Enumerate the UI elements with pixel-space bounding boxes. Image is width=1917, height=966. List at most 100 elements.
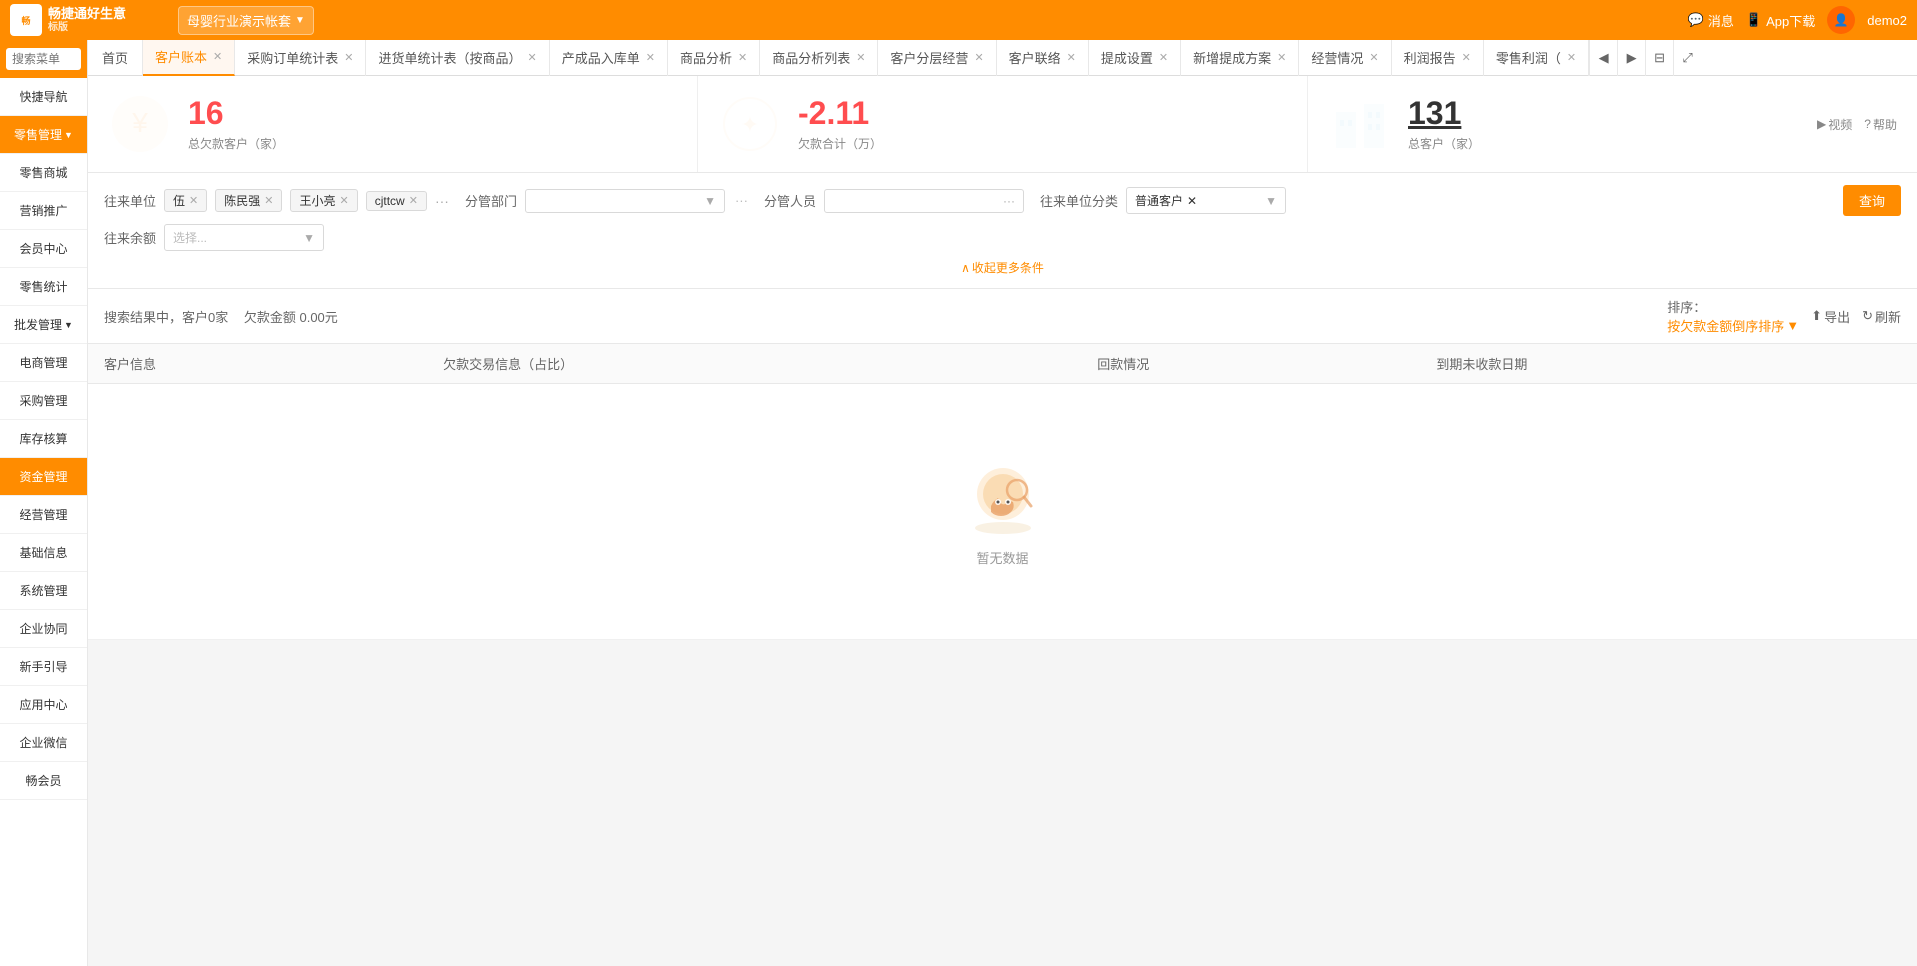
chevron-down-icon-2: ▼ [64,320,73,330]
help-link[interactable]: ? 帮助 [1864,116,1897,133]
manager-dropdown-icon: ··· [1003,194,1015,208]
stat-num-debt: -2.11 [798,96,882,131]
unit-class-filter-select[interactable]: 普通客户 ✕ ▼ [1126,187,1286,214]
customers-icon: ¥ [108,92,172,156]
dept-more-btn[interactable]: ··· [735,193,748,208]
tab-customer-accounts[interactable]: 客户账本 ✕ [143,40,235,76]
close-tab-customer-accounts[interactable]: ✕ [213,50,222,63]
tab-product-analysis-list[interactable]: 商品分析列表 ✕ [760,40,878,76]
tab-next-button[interactable]: ▶ [1617,40,1645,76]
tab-expand-button[interactable]: ⤢ [1673,40,1701,76]
sidebar-item-enterprise-coop[interactable]: 企业协同 [0,610,87,648]
close-tab-profit-report[interactable]: ✕ [1462,51,1471,64]
app-download-button[interactable]: 📱 App下载 [1746,11,1815,30]
sidebar-item-member-center[interactable]: 会员中心 [0,230,87,268]
sidebar-item-app-center[interactable]: 应用中心 [0,686,87,724]
close-tab-customer-contact[interactable]: ✕ [1067,51,1076,64]
col-header-debt-info: 欠款交易信息（占比） [427,344,1081,384]
video-link[interactable]: ▶ 视频 [1817,116,1852,133]
filter-area: 往来单位 伍 ✕ 陈民强 ✕ 王小亮 ✕ [88,173,1917,289]
result-text: 搜索结果中，客户0家 [104,310,228,325]
sidebar-item-purchase[interactable]: 采购管理 [0,382,87,420]
sidebar-item-wholesale-mgmt[interactable]: 批发管理 ▼ [0,306,87,344]
tab-menu-button[interactable]: ⊟ [1645,40,1673,76]
top-bar: 畅 畅捷通好生意 标版 母婴行业演示帐套 ▼ 💬 消息 📱 App下载 👤 de [0,0,1917,40]
tab-customer-segmentation[interactable]: 客户分层经营 ✕ [878,40,996,76]
close-tab-retail-profit[interactable]: ✕ [1567,51,1576,64]
stats-row: ¥ 16 总欠款客户（家） ✦ [88,76,1917,173]
dept-filter-select[interactable]: ▼ [525,189,725,213]
close-tab-product-analysis-list[interactable]: ✕ [856,51,865,64]
close-tab-tips-settings[interactable]: ✕ [1159,51,1168,64]
refresh-button[interactable]: ↻ 刷新 [1862,307,1901,326]
tab-product-inbound[interactable]: 产成品入库单 ✕ [550,40,668,76]
avatar[interactable]: 👤 [1827,6,1855,34]
close-tab-purchase-order-stats[interactable]: ✕ [344,51,353,64]
main-content: ¥ 16 总欠款客户（家） ✦ [88,76,1917,966]
sidebar-item-operation[interactable]: 经营管理 [0,496,87,534]
result-bar: 搜索结果中，客户0家 欠款金额 0.00元 排序： 按欠款金额倒序排序 ▼ [88,289,1917,344]
main-layout: 快捷导航 零售管理 ▼ 零售商城 营销推广 会员中心 [0,40,1917,966]
sidebar-item-system[interactable]: 系统管理 [0,572,87,610]
dropdown-arrow-icon: ▼ [295,15,305,26]
tab-new-tips-plan[interactable]: 新增提成方案 ✕ [1181,40,1299,76]
close-tab-new-tips-plan[interactable]: ✕ [1277,51,1286,64]
balance-filter-select[interactable]: 选择... ▼ [164,224,324,251]
stat-card-total-customers: 131 总客户（家） ▶ 视频 ? 帮助 [1308,76,1917,172]
tab-home[interactable]: 首页 [88,40,143,76]
collapse-button[interactable]: ∧ 收起更多条件 [961,259,1044,276]
filter-tag-cjttcw: cjttcw ✕ [366,191,427,211]
tab-bar: 首页 客户账本 ✕ 采购订单统计表 ✕ 进货单统计表（按商品） ✕ 产成品入库单… [88,40,1917,76]
sidebar-item-inventory[interactable]: 库存核算 [0,420,87,458]
logo-area: 畅 畅捷通好生意 标版 [10,4,170,36]
sidebar-item-retail-stats[interactable]: 零售统计 [0,268,87,306]
remove-tag-cjttcw[interactable]: ✕ [409,194,418,207]
avatar-icon: 👤 [1834,13,1849,27]
amount-text: 欠款金额 0.00元 [244,310,338,325]
manager-filter-label: 分管人员 [764,191,816,210]
sidebar-item-member[interactable]: 畅会员 [0,762,87,800]
tab-tips-settings[interactable]: 提成设置 ✕ [1089,40,1181,76]
stat-label-debt: 欠款合计（万） [798,135,882,152]
close-tab-purchase-inbound-stats[interactable]: ✕ [528,51,537,64]
sidebar-item-retail-mall[interactable]: 零售商城 [0,154,87,192]
remove-tag-wu[interactable]: ✕ [189,194,198,207]
tab-profit-report[interactable]: 利润报告 ✕ [1392,40,1484,76]
manager-filter-select[interactable]: ··· [824,189,1024,213]
stat-card-links: ▶ 视频 ? 帮助 [1817,116,1897,133]
tab-prev-button[interactable]: ◀ [1589,40,1617,76]
remove-tag-chenminqiang[interactable]: ✕ [264,194,273,207]
sidebar-item-finance[interactable]: 资金管理 [0,458,87,496]
col-header-due-date: 到期未收款日期 [1420,344,1917,384]
more-tags-button[interactable]: ··· [435,193,449,209]
query-button[interactable]: 查询 [1843,185,1901,216]
sidebar-item-basic-info[interactable]: 基础信息 [0,534,87,572]
search-menu-input[interactable] [6,48,81,70]
remove-unit-class-tag[interactable]: ✕ [1187,194,1197,208]
messages-button[interactable]: 💬 消息 [1688,11,1734,30]
export-button[interactable]: ⬆ 导出 [1811,307,1850,326]
stat-text-customers: 16 总欠款客户（家） [188,96,284,152]
sidebar-item-beginner-guide[interactable]: 新手引导 [0,648,87,686]
remove-tag-wangxiaoliang[interactable]: ✕ [340,194,349,207]
close-tab-customer-segmentation[interactable]: ✕ [974,51,983,64]
sidebar-item-marketing[interactable]: 营销推广 [0,192,87,230]
close-tab-product-inbound[interactable]: ✕ [646,51,655,64]
svg-text:✦: ✦ [741,112,759,137]
tab-customer-contact[interactable]: 客户联络 ✕ [997,40,1089,76]
sort-button[interactable]: 按欠款金额倒序排序 ▼ [1667,316,1799,335]
tab-retail-profit[interactable]: 零售利润（ ✕ [1484,40,1589,76]
tab-product-analysis[interactable]: 商品分析 ✕ [668,40,760,76]
sidebar-item-ecommerce[interactable]: 电商管理 [0,344,87,382]
sidebar-item-retail-mgmt[interactable]: 零售管理 ▼ [0,116,87,154]
sort-arrow-icon: ▼ [1786,318,1799,333]
tab-purchase-order-stats[interactable]: 采购订单统计表 ✕ [235,40,366,76]
stat-num-customers: 16 [188,96,284,131]
store-selector[interactable]: 母婴行业演示帐套 ▼ [178,6,314,35]
sidebar-item-quick-nav[interactable]: 快捷导航 [0,78,87,116]
sidebar-item-enterprise-wechat[interactable]: 企业微信 [0,724,87,762]
close-tab-product-analysis[interactable]: ✕ [738,51,747,64]
tab-business-status[interactable]: 经营情况 ✕ [1299,40,1391,76]
tab-purchase-inbound-stats[interactable]: 进货单统计表（按商品） ✕ [366,40,549,76]
close-tab-business-status[interactable]: ✕ [1369,51,1378,64]
